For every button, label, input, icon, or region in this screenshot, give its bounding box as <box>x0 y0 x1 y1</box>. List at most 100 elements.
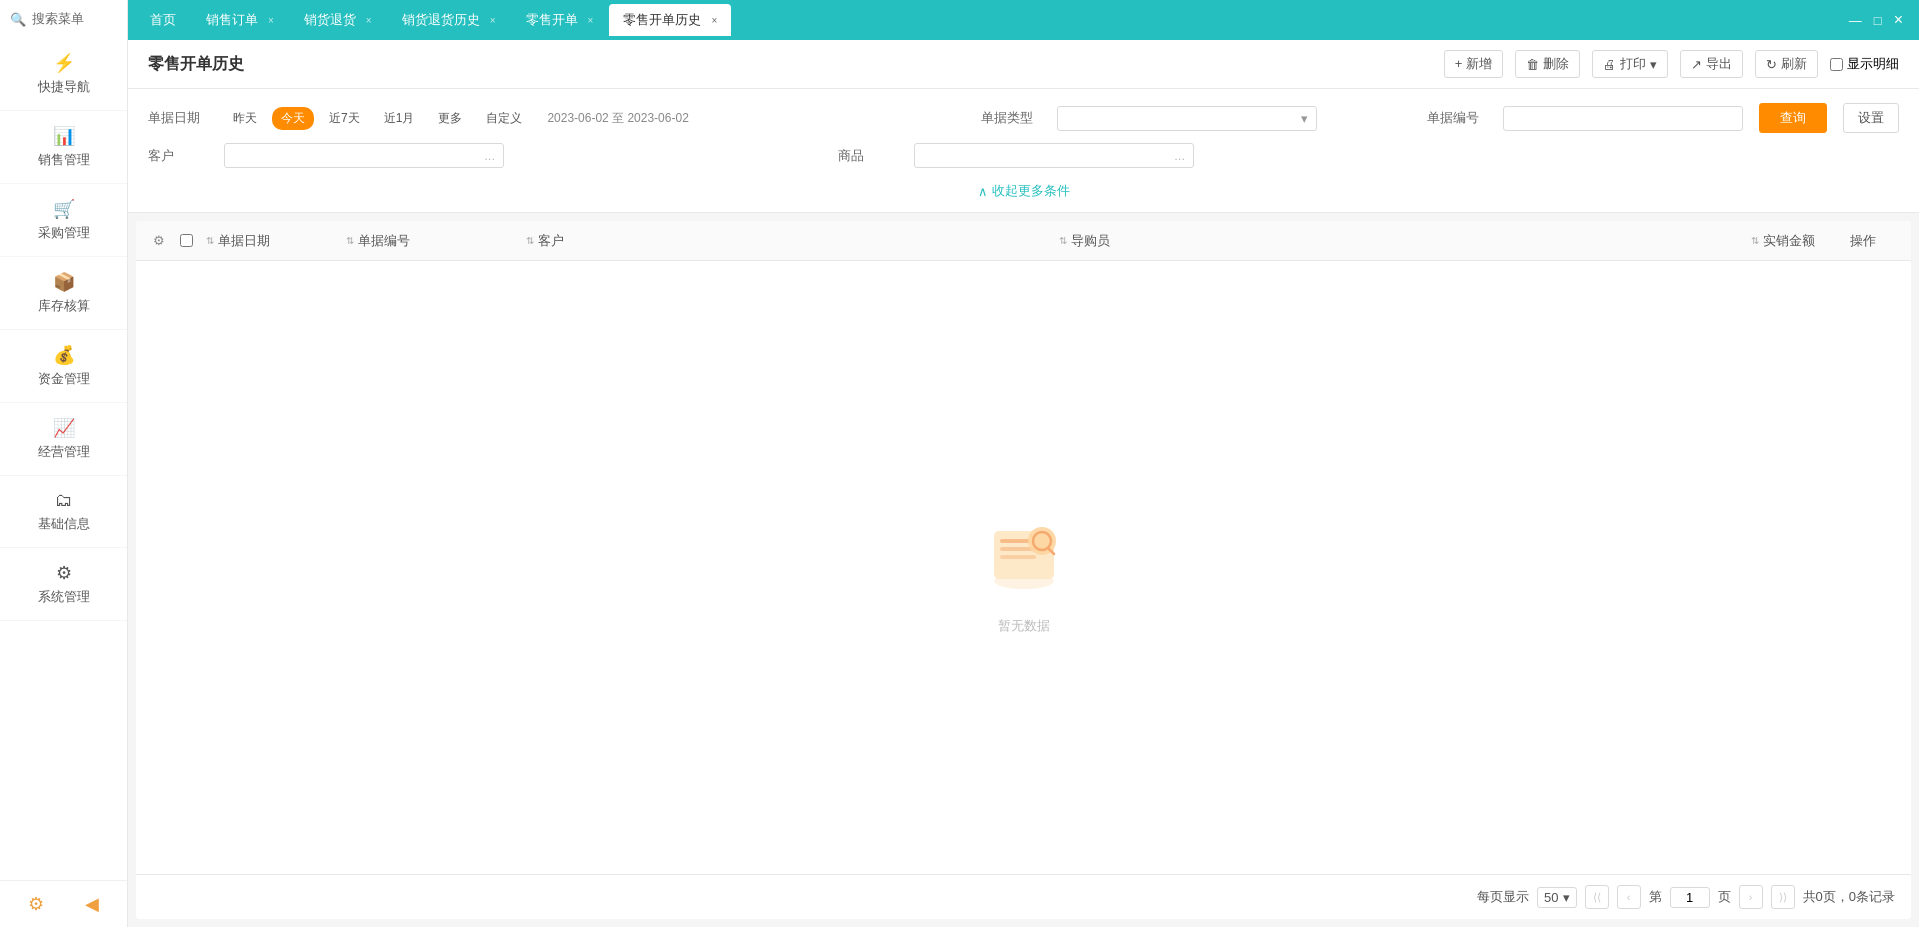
tab-close-sales-return[interactable]: × <box>366 15 372 26</box>
sales-mgmt-icon: 📊 <box>53 125 75 147</box>
print-button[interactable]: 🖨 打印 ▾ <box>1592 50 1668 78</box>
table-settings-button[interactable]: ⚙ <box>144 233 174 248</box>
print-icon: 🖨 <box>1603 57 1616 72</box>
date-1month[interactable]: 近1月 <box>375 107 424 130</box>
add-button[interactable]: + 新增 <box>1444 50 1503 78</box>
sidebar-item-finance[interactable]: 💰资金管理 <box>0 330 127 403</box>
col-header-amount[interactable]: ⇅ 实销金额 <box>1703 232 1823 250</box>
number-input-wrapper[interactable] <box>1503 106 1743 131</box>
customer-input[interactable] <box>233 148 443 163</box>
tab-home[interactable]: 首页 <box>136 4 190 36</box>
col-header-customer[interactable]: ⇅ 客户 <box>518 232 1051 250</box>
per-page-label: 每页显示 <box>1477 888 1529 906</box>
customer-input-wrapper[interactable]: ... <box>224 143 504 168</box>
tab-label-sales-return-history: 销货退货历史 <box>402 11 480 29</box>
settings-button[interactable]: 设置 <box>1843 103 1899 133</box>
sidebar-item-basic-info[interactable]: 🗂基础信息 <box>0 476 127 548</box>
next-page-button[interactable]: › <box>1739 885 1763 909</box>
svg-rect-2 <box>1000 539 1030 543</box>
type-filter-label: 单据类型 <box>981 109 1041 127</box>
first-page-button[interactable]: ⟨⟨ <box>1585 885 1609 909</box>
tab-label-retail-open-history: 零售开单历史 <box>623 11 701 29</box>
per-page-select[interactable]: 50 ▾ <box>1537 887 1576 908</box>
tab-label-retail-open: 零售开单 <box>526 11 578 29</box>
restore-button[interactable]: □ <box>1874 13 1882 28</box>
tab-close-sales-return-history[interactable]: × <box>490 15 496 26</box>
sys-mgmt-icon: ⚙ <box>56 562 72 584</box>
customer-filter-label: 客户 <box>148 147 208 165</box>
filter-area: 单据日期 昨天 今天 近7天 近1月 更多 自定义 2023-06-02 至 2… <box>128 89 1919 213</box>
customer-dots[interactable]: ... <box>484 148 495 163</box>
col-header-number[interactable]: ⇅ 单据编号 <box>338 232 518 250</box>
basic-info-icon: 🗂 <box>55 490 73 511</box>
empty-text: 暂无数据 <box>998 617 1050 635</box>
goods-input[interactable] <box>923 148 1133 163</box>
sidebar-item-inventory[interactable]: 📦库存核算 <box>0 257 127 330</box>
tab-retail-open[interactable]: 零售开单 × <box>512 4 608 36</box>
col-sort-icon: ⇅ <box>526 235 534 246</box>
number-filter-label: 单据编号 <box>1427 109 1487 127</box>
type-select-arrow: ▾ <box>1301 111 1308 126</box>
page-number-input[interactable] <box>1670 887 1710 908</box>
collapse-sidebar-icon[interactable]: ◀ <box>85 893 99 915</box>
tab-bar: 首页销售订单×销货退货× 销货退货历史 × 零售开单 × 零售开单历史 × — □ × <box>128 0 1919 40</box>
sidebar-bottom: ⚙ ◀ <box>0 880 127 927</box>
col-header-date[interactable]: ⇅ 单据日期 <box>198 232 338 250</box>
print-dropdown-icon: ▾ <box>1650 57 1657 72</box>
page-unit: 页 <box>1718 888 1731 906</box>
refresh-button[interactable]: ↻ 刷新 <box>1755 50 1818 78</box>
tab-retail-open-history[interactable]: 零售开单历史 × <box>609 4 731 36</box>
settings-icon[interactable]: ⚙ <box>28 893 44 915</box>
tab-sales-return-history[interactable]: 销货退货历史 × <box>388 4 510 36</box>
delete-icon: 🗑 <box>1526 57 1539 72</box>
page-title: 零售开单历史 <box>148 54 1432 75</box>
date-yesterday[interactable]: 昨天 <box>224 107 266 130</box>
export-button[interactable]: ↗ 导出 <box>1680 50 1743 78</box>
table-area: ⚙ ⇅ 单据日期 ⇅ 单据编号 ⇅ 客户 ⇅ 导购员 <box>136 221 1911 919</box>
finance-icon: 💰 <box>53 344 75 366</box>
table-select-all[interactable] <box>174 234 198 247</box>
tab-close-retail-open-history[interactable]: × <box>711 15 717 26</box>
main-area: 首页销售订单×销货退货× 销货退货历史 × 零售开单 × 零售开单历史 × — □ × 零售… <box>128 0 1919 927</box>
collapse-bar[interactable]: ∧ 收起更多条件 <box>148 178 1899 204</box>
date-7days[interactable]: 近7天 <box>320 107 369 130</box>
prev-page-button[interactable]: ‹ <box>1617 885 1641 909</box>
sidebar-item-quick-nav[interactable]: ⚡快捷导航 <box>0 38 127 111</box>
query-button[interactable]: 查询 <box>1759 103 1827 133</box>
show-detail-checkbox[interactable] <box>1830 58 1843 71</box>
date-range-display: 2023-06-02 至 2023-06-02 <box>547 110 688 127</box>
export-icon: ↗ <box>1691 57 1702 72</box>
sidebar-item-sys-mgmt[interactable]: ⚙系统管理 <box>0 548 127 621</box>
tab-sales-return[interactable]: 销货退货× <box>290 4 386 36</box>
total-info: 共0页，0条记录 <box>1803 888 1895 906</box>
filter-row-1: 单据日期 昨天 今天 近7天 近1月 更多 自定义 2023-06-02 至 2… <box>148 103 1899 133</box>
sidebar-item-sales-mgmt[interactable]: 📊销售管理 <box>0 111 127 184</box>
sidebar-item-operations[interactable]: 📈经营管理 <box>0 403 127 476</box>
sidebar-search[interactable]: 🔍 搜索菜单 <box>0 0 127 38</box>
col-header-action: 操作 <box>1823 232 1903 250</box>
date-more[interactable]: 更多 <box>429 107 471 130</box>
tab-close-sales-order[interactable]: × <box>268 15 274 26</box>
type-select[interactable]: ▾ <box>1057 106 1317 131</box>
per-page-arrow: ▾ <box>1563 890 1570 905</box>
window-controls: — □ × <box>1849 11 1911 29</box>
goods-filter-label: 商品 <box>838 147 898 165</box>
number-input[interactable] <box>1512 111 1734 126</box>
last-page-button[interactable]: ⟩⟩ <box>1771 885 1795 909</box>
delete-button[interactable]: 🗑 删除 <box>1515 50 1580 78</box>
sidebar-item-purchase-mgmt[interactable]: 🛒采购管理 <box>0 184 127 257</box>
col-sort-icon: ⇅ <box>346 235 354 246</box>
goods-dots[interactable]: ... <box>1174 148 1185 163</box>
tab-close-retail-open[interactable]: × <box>588 15 594 26</box>
operations-icon: 📈 <box>53 417 75 439</box>
date-today[interactable]: 今天 <box>272 107 314 130</box>
col-header-guide[interactable]: ⇅ 导购员 <box>1051 232 1171 250</box>
close-button[interactable]: × <box>1894 11 1903 29</box>
minimize-button[interactable]: — <box>1849 13 1862 28</box>
tab-sales-order[interactable]: 销售订单× <box>192 4 288 36</box>
col-sort-icon: ⇅ <box>1751 235 1759 246</box>
date-custom[interactable]: 自定义 <box>477 107 531 130</box>
show-detail-toggle[interactable]: 显示明细 <box>1830 55 1899 73</box>
goods-input-wrapper[interactable]: ... <box>914 143 1194 168</box>
sidebar: 🔍 搜索菜单 ⚡快捷导航📊销售管理🛒采购管理📦库存核算💰资金管理📈经营管理🗂基础… <box>0 0 128 927</box>
